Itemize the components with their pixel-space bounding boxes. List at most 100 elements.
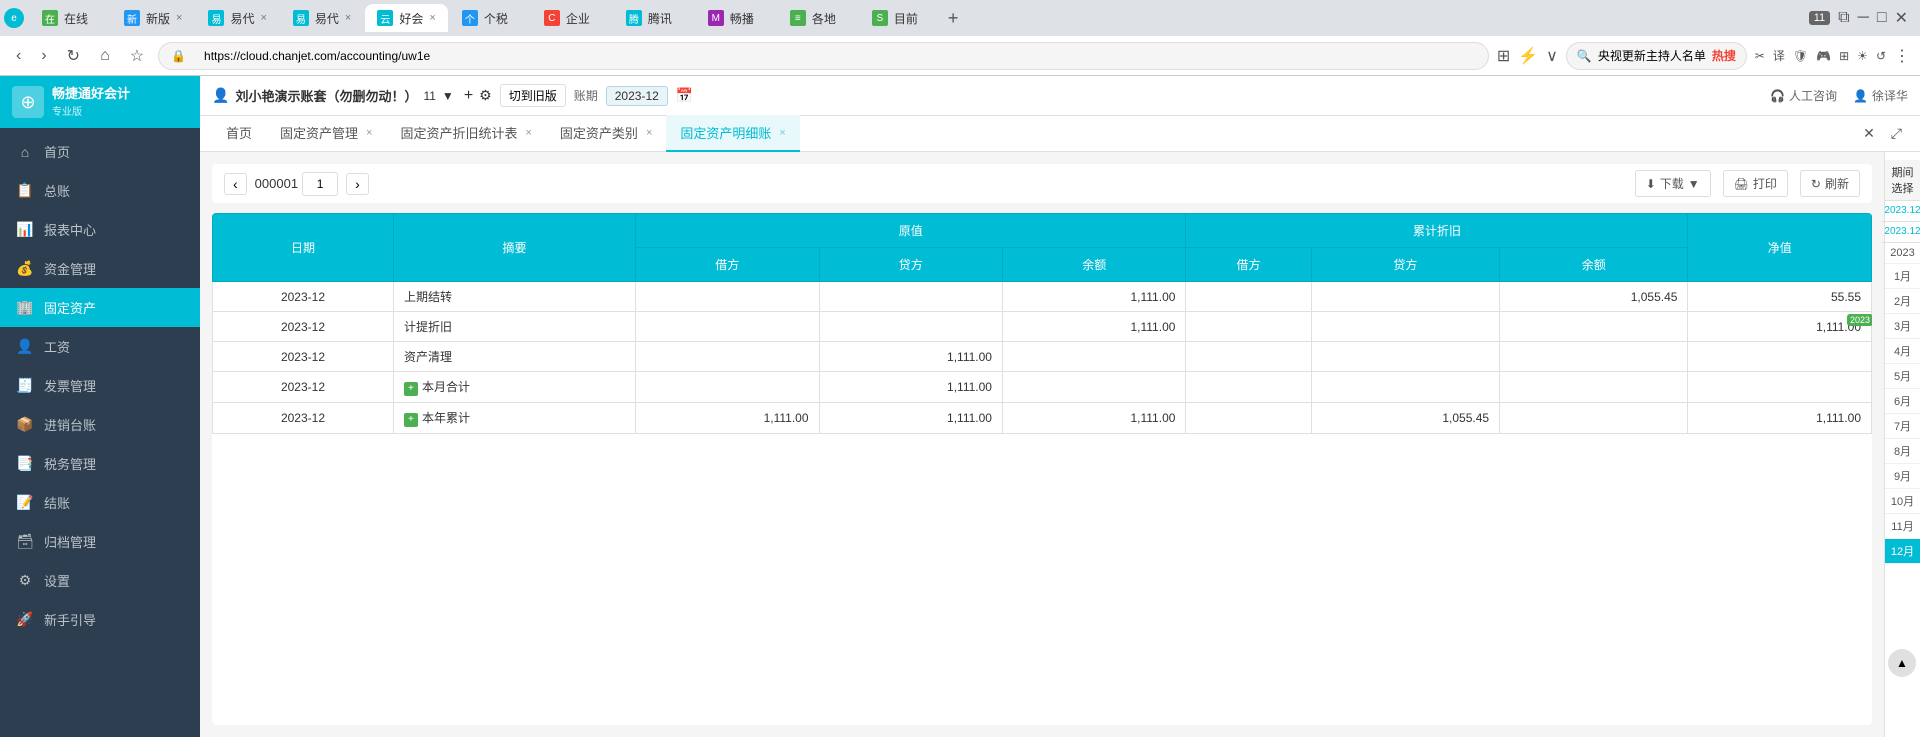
scroll-top-button[interactable]: ▲	[1888, 649, 1916, 677]
page-tab-ledger-close[interactable]: ×	[779, 127, 785, 139]
close-window-icon[interactable]: ✕	[1895, 8, 1908, 28]
sidebar-item-fixed-assets[interactable]: 🏢 固定资产	[0, 288, 200, 327]
tab-易代1[interactable]: 易 易代 ×	[196, 4, 278, 32]
sidebar-item-invoice[interactable]: 🧾 发票管理	[0, 366, 200, 405]
period-item-12[interactable]: 12月	[1885, 539, 1920, 564]
tab-易代2[interactable]: 易 易代 ×	[281, 4, 363, 32]
address-input[interactable]	[192, 42, 1476, 70]
user-button[interactable]: 👤 徐译华	[1853, 87, 1908, 104]
scissors-icon[interactable]: ✂	[1755, 49, 1765, 63]
grid-icon[interactable]: ⊞	[1497, 46, 1510, 66]
sidebar-item-inventory[interactable]: 📦 进销台账	[0, 405, 200, 444]
page-tab-category[interactable]: 固定资产类别 ×	[546, 115, 666, 152]
more-icon[interactable]: ⋮	[1894, 46, 1910, 66]
forward-button[interactable]: ›	[35, 45, 52, 67]
sidebar-item-salary[interactable]: 👤 工资	[0, 327, 200, 366]
sidebar-item-reports[interactable]: 📊 报表中心	[0, 210, 200, 249]
period-item-9[interactable]: 9月	[1885, 464, 1920, 489]
tab-close-易代2[interactable]: ×	[345, 12, 351, 24]
tab-目前[interactable]: S 目前	[860, 4, 940, 32]
back-button[interactable]: ‹	[10, 45, 27, 67]
tab-好会[interactable]: 云 好会 ×	[365, 4, 447, 32]
th-orig-credit: 贷方	[819, 248, 1002, 282]
brightness-icon[interactable]: ☀	[1857, 49, 1868, 63]
dropdown-arrow-icon[interactable]: ▼	[442, 89, 454, 103]
row5-dep-debit	[1186, 403, 1311, 434]
next-page-button[interactable]: ›	[346, 173, 369, 195]
period-item-3[interactable]: 3月	[1885, 314, 1920, 339]
history-icon[interactable]: ↺	[1876, 49, 1886, 63]
print-button[interactable]: 🖨 打印	[1723, 170, 1788, 197]
sidebar-item-general-ledger[interactable]: 📋 总账	[0, 171, 200, 210]
page-tab-ledger[interactable]: 固定资产明细账 ×	[666, 115, 799, 152]
tab-close-易代1[interactable]: ×	[260, 12, 266, 24]
tab-各地[interactable]: ≡ 各地	[778, 4, 858, 32]
refresh-button[interactable]: ↻ 刷新	[1800, 170, 1860, 197]
add-account-icon[interactable]: +	[464, 87, 473, 105]
sidebar-item-tax[interactable]: 📑 税务管理	[0, 444, 200, 483]
expand-button[interactable]: ⤢	[1885, 123, 1908, 144]
tax-icon: 📑	[16, 455, 34, 472]
shield-icon[interactable]: 🛡	[1793, 49, 1808, 63]
page-tab-fixed-asset-mgmt-close[interactable]: ×	[366, 127, 372, 139]
period-item-5[interactable]: 5月	[1885, 364, 1920, 389]
lightning-icon[interactable]: ⚡	[1518, 46, 1538, 66]
row1-dep-debit	[1186, 282, 1311, 312]
period-item-7[interactable]: 7月	[1885, 414, 1920, 439]
tab-label-各地: 各地	[812, 10, 836, 27]
bookmark-button[interactable]: ☆	[124, 44, 150, 68]
tab-close-好会[interactable]: ×	[429, 12, 435, 24]
period-item-year[interactable]: 2023	[1885, 243, 1920, 264]
row3-dep-debit	[1186, 342, 1311, 372]
prev-page-button[interactable]: ‹	[224, 173, 247, 195]
tab-在线[interactable]: 在 在线	[30, 4, 110, 32]
minimize-icon[interactable]: ─	[1858, 9, 1869, 27]
tab-畅播[interactable]: M 畅播	[696, 4, 776, 32]
page-tab-home[interactable]: 首页	[212, 115, 266, 152]
tab-新版[interactable]: 新 新版 ×	[112, 4, 194, 32]
translate-icon[interactable]: 译	[1773, 47, 1785, 64]
page-tab-dep-stat-close[interactable]: ×	[525, 127, 531, 139]
period-date-1[interactable]: 2023.12	[1882, 201, 1920, 222]
reload-button[interactable]: ↻	[61, 44, 86, 68]
settings-small-icon[interactable]: ⚙	[479, 87, 492, 104]
sidebar-item-guide[interactable]: 🚀 新手引导	[0, 600, 200, 639]
tab-企业[interactable]: C 企业	[532, 4, 612, 32]
page-tab-category-close[interactable]: ×	[646, 127, 652, 139]
period-item-1[interactable]: 1月	[1885, 264, 1920, 289]
close-all-tabs-button[interactable]: ✕	[1857, 123, 1881, 144]
page-tab-fixed-asset-mgmt[interactable]: 固定资产管理 ×	[266, 115, 386, 152]
tab-腾讯[interactable]: 腾 腾讯	[614, 4, 694, 32]
download-button[interactable]: ⬇ 下载 ▼	[1635, 170, 1711, 197]
sidebar-item-settings[interactable]: ⚙ 设置	[0, 561, 200, 600]
sidebar-item-archive[interactable]: 🗃 归档管理	[0, 522, 200, 561]
game-icon[interactable]: 🎮	[1816, 49, 1831, 63]
period-item-2[interactable]: 2月	[1885, 289, 1920, 314]
period-date-2[interactable]: 2023.12	[1882, 222, 1920, 243]
sidebar-item-settlement[interactable]: 📝 结账	[0, 483, 200, 522]
restore-icon[interactable]: ⧉	[1838, 9, 1849, 27]
maximize-icon[interactable]: □	[1877, 9, 1887, 27]
new-tab-button[interactable]: +	[942, 8, 965, 29]
tab-close-新版[interactable]: ×	[176, 12, 182, 24]
layout-icon[interactable]: ⊞	[1839, 49, 1849, 63]
page-number-input[interactable]	[302, 172, 338, 196]
switch-version-button[interactable]: 切到旧版	[500, 84, 566, 107]
dropdown-icon[interactable]: ∨	[1546, 46, 1558, 66]
row1-orig-balance: 1,111.00	[1002, 282, 1185, 312]
sidebar-item-funds[interactable]: 💰 资金管理	[0, 249, 200, 288]
period-item-4[interactable]: 4月	[1885, 339, 1920, 364]
page-tab-dep-stat[interactable]: 固定资产折旧统计表 ×	[386, 115, 545, 152]
period-item-11[interactable]: 11月	[1885, 514, 1920, 539]
sidebar-item-home[interactable]: ⌂ 首页	[0, 132, 200, 171]
sidebar-label-settings: 设置	[44, 571, 70, 590]
help-button[interactable]: 🎧 人工咨询	[1770, 87, 1837, 104]
period-item-8[interactable]: 8月	[1885, 439, 1920, 464]
tab-favicon-个税: 个	[462, 10, 478, 26]
row2-net-value: 1,111.00 2023	[1688, 312, 1872, 342]
period-item-6[interactable]: 6月	[1885, 389, 1920, 414]
tab-个税[interactable]: 个 个税	[450, 4, 530, 32]
home-button[interactable]: ⌂	[94, 45, 116, 67]
calendar-icon[interactable]: 📅	[676, 87, 693, 104]
period-item-10[interactable]: 10月	[1885, 489, 1920, 514]
